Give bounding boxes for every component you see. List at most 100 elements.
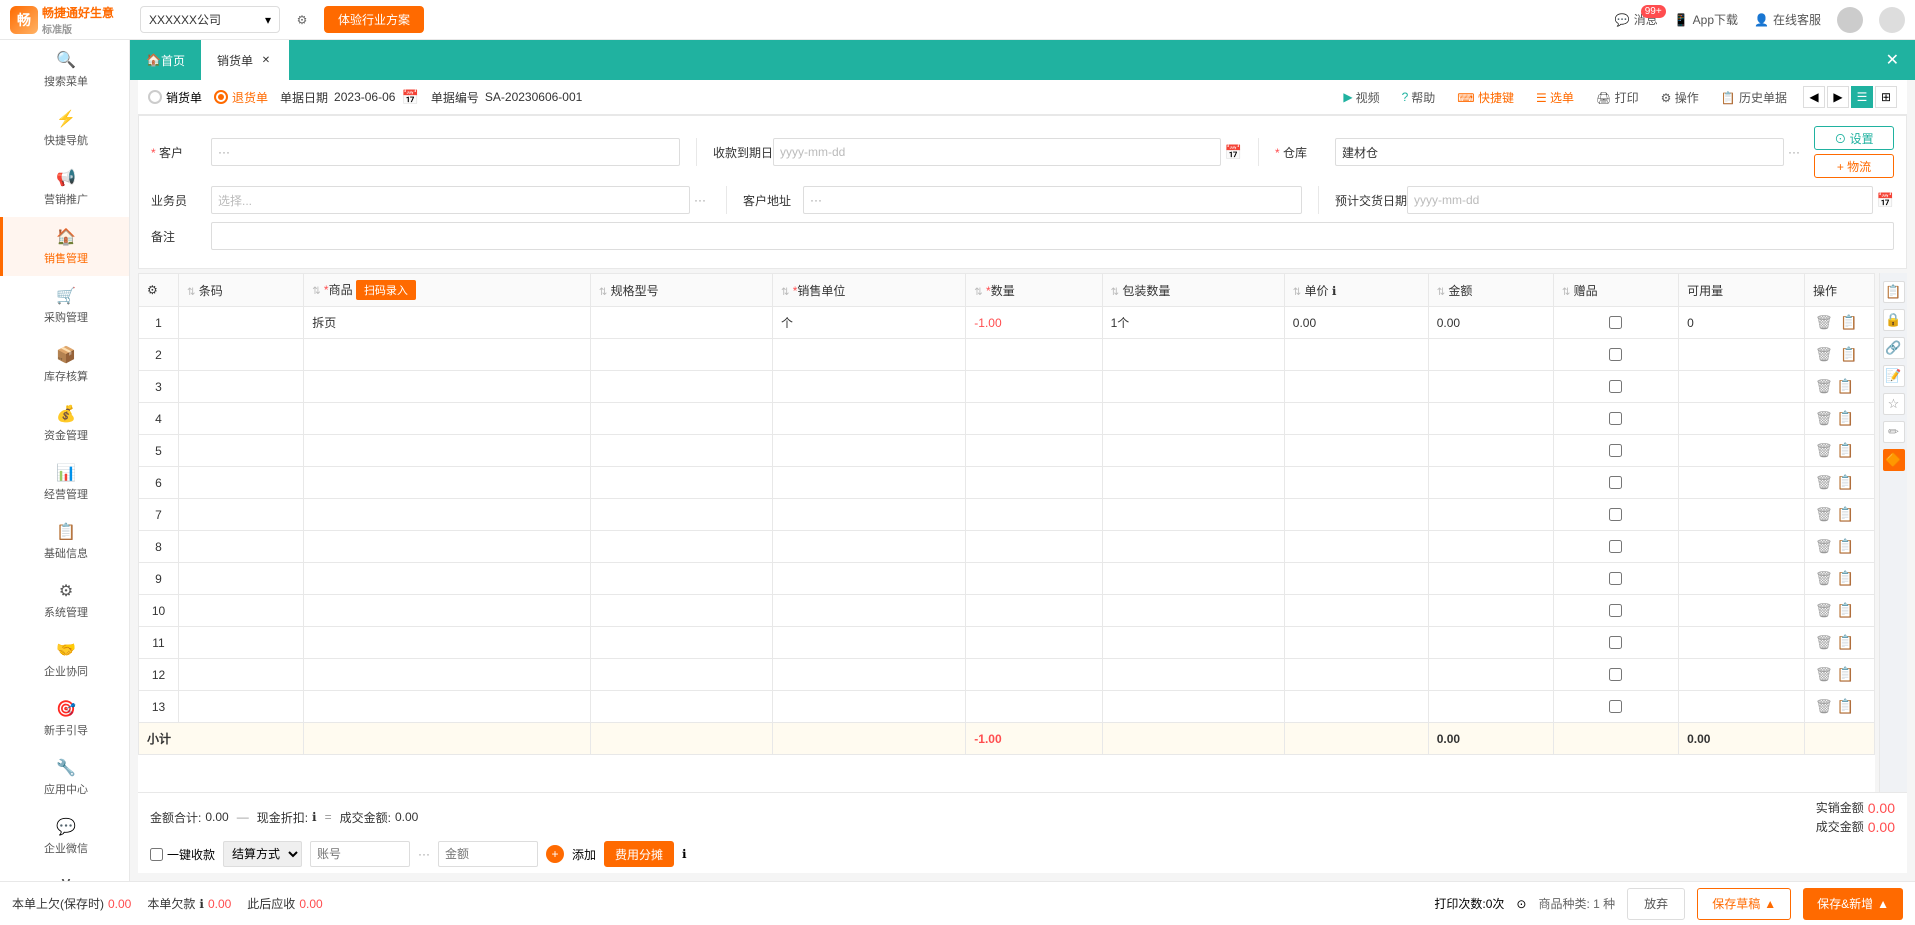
- calc-method-select[interactable]: 结算方式: [223, 841, 302, 867]
- row-4-product[interactable]: [304, 403, 591, 435]
- row-9-quantity[interactable]: [966, 563, 1102, 595]
- warehouse-dots[interactable]: ···: [1784, 145, 1804, 159]
- row-6-delete-icon[interactable]: 🗑: [1815, 474, 1833, 490]
- right-panel-note-icon[interactable]: 📝: [1883, 365, 1905, 387]
- row-7-copy-icon[interactable]: 📋: [1837, 506, 1854, 522]
- row-11-delete-icon[interactable]: 🗑: [1815, 634, 1833, 650]
- row-3-delete-icon[interactable]: 🗑: [1815, 378, 1833, 394]
- row-13-gift[interactable]: [1553, 691, 1678, 723]
- th-settings[interactable]: ⚙: [139, 274, 179, 307]
- amount-input[interactable]: [438, 841, 538, 867]
- add-payment-button[interactable]: +: [546, 845, 564, 863]
- sidebar-item-inventory[interactable]: 📦 库存核算: [0, 335, 129, 394]
- row-4-gift[interactable]: [1553, 403, 1678, 435]
- row-5-price[interactable]: [1284, 435, 1428, 467]
- row-9-delete-icon[interactable]: 🗑: [1815, 570, 1833, 586]
- salesman-dots[interactable]: ···: [690, 193, 710, 207]
- row-13-delete-icon[interactable]: 🗑: [1815, 698, 1833, 714]
- row-8-price[interactable]: [1284, 531, 1428, 563]
- sidebar-item-member[interactable]: V 畅会员: [0, 866, 129, 881]
- row-13-product[interactable]: [304, 691, 591, 723]
- row-11-product[interactable]: [304, 627, 591, 659]
- tab-sales-order[interactable]: 销货单 ✕: [201, 40, 289, 80]
- account-input[interactable]: [310, 841, 410, 867]
- right-panel-star-icon[interactable]: ☆: [1883, 393, 1905, 415]
- row-6-gift[interactable]: [1553, 467, 1678, 499]
- row-7-product[interactable]: [304, 499, 591, 531]
- row-13-price[interactable]: [1284, 691, 1428, 723]
- row-11-quantity[interactable]: [966, 627, 1102, 659]
- row-1-price[interactable]: 0.00: [1284, 307, 1428, 339]
- view-btn-list[interactable]: ◀: [1803, 86, 1825, 108]
- row-11-price[interactable]: [1284, 627, 1428, 659]
- save-draft-button[interactable]: 保存草稿 ▲: [1697, 888, 1791, 920]
- row-5-quantity[interactable]: [966, 435, 1102, 467]
- row-4-delete-icon[interactable]: 🗑: [1815, 410, 1833, 426]
- row-4-price[interactable]: [1284, 403, 1428, 435]
- expected-date-calendar-icon[interactable]: 📅: [1877, 192, 1894, 209]
- one-click-pay-check[interactable]: 一键收款: [150, 846, 215, 863]
- row-3-copy-icon[interactable]: 📋: [1837, 378, 1854, 394]
- right-panel-link-icon[interactable]: 🔗: [1883, 337, 1905, 359]
- radio-return-order[interactable]: 退货单: [214, 89, 268, 106]
- row-3-quantity[interactable]: [966, 371, 1102, 403]
- row-13-copy-icon[interactable]: 📋: [1837, 698, 1854, 714]
- online-support-item[interactable]: 👤 在线客服: [1754, 11, 1821, 28]
- right-panel-clipboard-icon[interactable]: 📋: [1883, 281, 1905, 303]
- row-12-copy-icon[interactable]: 📋: [1837, 666, 1854, 682]
- row-11-gift[interactable]: [1553, 627, 1678, 659]
- row-8-quantity[interactable]: [966, 531, 1102, 563]
- row-11-copy-icon[interactable]: 📋: [1837, 634, 1854, 650]
- row-10-price[interactable]: [1284, 595, 1428, 627]
- save-new-button[interactable]: 保存&新增 ▲: [1803, 888, 1903, 920]
- row-7-quantity[interactable]: [966, 499, 1102, 531]
- row-12-gift[interactable]: [1553, 659, 1678, 691]
- row-2-price[interactable]: [1284, 339, 1428, 371]
- row-5-gift[interactable]: [1553, 435, 1678, 467]
- row-9-copy-icon[interactable]: 📋: [1837, 570, 1854, 586]
- fee-split-button[interactable]: 费用分摊: [604, 841, 674, 867]
- sidebar-item-search[interactable]: 🔍 搜索菜单: [0, 40, 129, 99]
- scan-button[interactable]: 扫码录入: [356, 280, 416, 300]
- sidebar-item-wechat[interactable]: 💬 企业微信: [0, 807, 129, 866]
- row-1-quantity[interactable]: -1.00: [966, 307, 1102, 339]
- shortcut-btn[interactable]: ⌨ 快捷键: [1451, 87, 1520, 108]
- select-btn[interactable]: ☰ 选单: [1530, 87, 1580, 108]
- row-8-product[interactable]: [304, 531, 591, 563]
- account-dots[interactable]: ···: [418, 847, 430, 861]
- sidebar-item-collab[interactable]: 🤝 企业协同: [0, 630, 129, 689]
- tab-close-icon[interactable]: ✕: [259, 53, 273, 67]
- tab-home[interactable]: 🏠 首页: [130, 40, 201, 80]
- salesman-input[interactable]: 选择...: [211, 186, 690, 214]
- row-1-copy-icon[interactable]: 📋: [1840, 314, 1857, 330]
- view-btn-card[interactable]: ⊞: [1875, 86, 1897, 108]
- row-6-price[interactable]: [1284, 467, 1428, 499]
- row-6-product[interactable]: [304, 467, 591, 499]
- row-2-gift[interactable]: [1553, 339, 1678, 371]
- row-10-quantity[interactable]: [966, 595, 1102, 627]
- sidebar-item-quick-nav[interactable]: ⚡ 快捷导航: [0, 99, 129, 158]
- row-7-gift[interactable]: [1553, 499, 1678, 531]
- app-download-item[interactable]: 📱 App下载: [1674, 11, 1738, 28]
- row-1-product[interactable]: 拆页: [304, 307, 591, 339]
- row-9-price[interactable]: [1284, 563, 1428, 595]
- customer-input[interactable]: ···: [211, 138, 680, 166]
- sidebar-item-purchase[interactable]: 🛒 采购管理: [0, 276, 129, 335]
- row-1-gift[interactable]: [1553, 307, 1678, 339]
- one-click-pay-checkbox[interactable]: [150, 848, 163, 861]
- history-btn[interactable]: 📋 历史单据: [1715, 87, 1793, 108]
- operate-btn[interactable]: ⚙ 操作: [1655, 87, 1705, 108]
- sidebar-item-business[interactable]: 📊 经营管理: [0, 453, 129, 512]
- sidebar-item-system[interactable]: ⚙ 系统管理: [0, 571, 129, 630]
- settings-button[interactable]: ⊙ 设置: [1814, 126, 1894, 150]
- close-all-tabs-icon[interactable]: ✕: [1878, 50, 1907, 70]
- right-panel-lock-icon[interactable]: 🔒: [1883, 309, 1905, 331]
- customer-addr-input[interactable]: ···: [803, 186, 1302, 214]
- settings-icon-btn[interactable]: ⚙: [288, 6, 316, 34]
- avatar-2[interactable]: [1879, 7, 1905, 33]
- expected-date-input[interactable]: yyyy-mm-dd: [1407, 186, 1873, 214]
- row-9-product[interactable]: [304, 563, 591, 595]
- row-8-gift[interactable]: [1553, 531, 1678, 563]
- row-6-quantity[interactable]: [966, 467, 1102, 499]
- row-10-product[interactable]: [304, 595, 591, 627]
